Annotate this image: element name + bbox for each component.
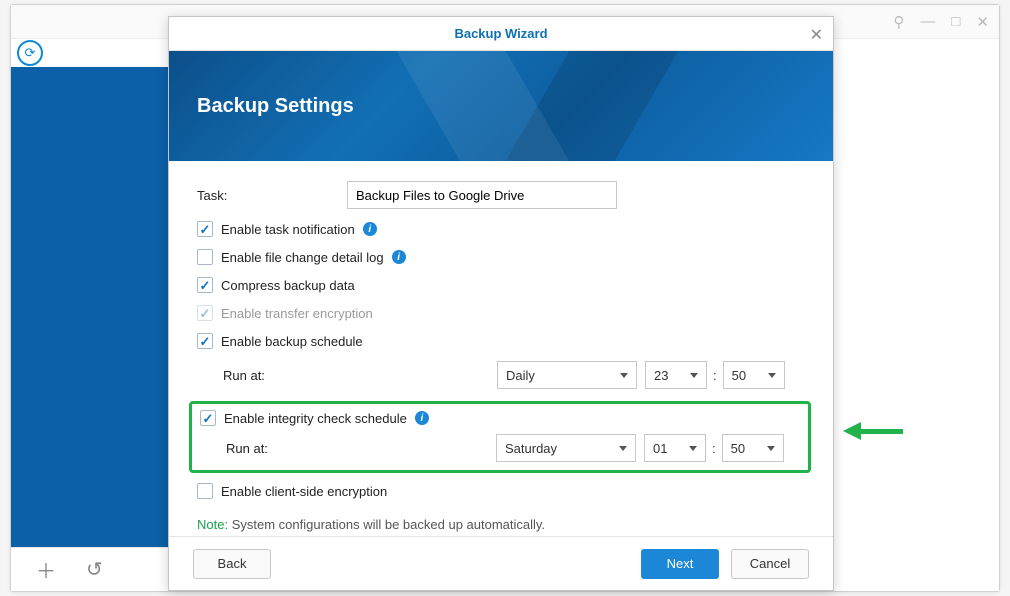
close-icon[interactable]: ✕	[976, 13, 989, 31]
chevron-down-icon	[619, 446, 627, 451]
close-icon[interactable]: ✕	[810, 25, 823, 45]
runat-label: Run at:	[223, 368, 497, 383]
history-icon[interactable]: ↺	[86, 557, 103, 582]
transfer-encrypt-label: Enable transfer encryption	[221, 306, 373, 321]
compress-label: Compress backup data	[221, 278, 355, 293]
wizard-body: Task: Enable task notification i Enable …	[169, 161, 833, 536]
wizard-footer: Back Next Cancel	[169, 536, 833, 590]
info-icon[interactable]: i	[415, 411, 429, 425]
sidebar: ⟳ ＋ ↺	[11, 39, 169, 591]
integrity-hour-select[interactable]: 01	[644, 434, 706, 462]
integrity-label: Enable integrity check schedule	[224, 411, 407, 426]
compress-checkbox[interactable]	[197, 277, 213, 293]
annotation-arrow	[843, 422, 903, 440]
notification-checkbox[interactable]	[197, 221, 213, 237]
schedule-label: Enable backup schedule	[221, 334, 363, 349]
pin-icon[interactable]: ⚲	[893, 13, 904, 31]
backup-wizard-dialog: Backup Wizard ✕ Backup Settings Task: En…	[168, 16, 834, 591]
add-icon[interactable]: ＋	[36, 555, 56, 584]
time-colon: :	[712, 441, 716, 456]
chevron-down-icon	[767, 446, 775, 451]
integrity-minute-select[interactable]: 50	[722, 434, 784, 462]
wizard-title: Backup Wizard	[454, 26, 547, 41]
schedule-frequency-select[interactable]: Daily	[497, 361, 637, 389]
schedule-minute-select[interactable]: 50	[723, 361, 785, 389]
integrity-day-select[interactable]: Saturday	[496, 434, 636, 462]
client-encrypt-checkbox[interactable]	[197, 483, 213, 499]
minimize-icon[interactable]: —	[920, 13, 935, 30]
next-button[interactable]: Next	[641, 549, 719, 579]
maximize-icon[interactable]: □	[951, 13, 960, 30]
page-title: Backup Settings	[197, 95, 354, 118]
chevron-down-icon	[768, 373, 776, 378]
chevron-down-icon	[620, 373, 628, 378]
schedule-checkbox[interactable]	[197, 333, 213, 349]
task-label: Task:	[197, 188, 347, 203]
integrity-runat-label: Run at:	[226, 441, 496, 456]
integrity-highlight: Enable integrity check schedule i Run at…	[189, 401, 811, 473]
cancel-button[interactable]: Cancel	[731, 549, 809, 579]
filechange-checkbox[interactable]	[197, 249, 213, 265]
app-logo-icon: ⟳	[17, 40, 43, 66]
info-icon[interactable]: i	[392, 250, 406, 264]
notification-label: Enable task notification	[221, 222, 355, 237]
wizard-titlebar: Backup Wizard ✕	[169, 17, 833, 51]
client-encrypt-label: Enable client-side encryption	[221, 484, 387, 499]
filechange-label: Enable file change detail log	[221, 250, 384, 265]
task-name-input[interactable]	[347, 181, 617, 209]
chevron-down-icon	[690, 373, 698, 378]
back-button[interactable]: Back	[193, 549, 271, 579]
chevron-down-icon	[689, 446, 697, 451]
integrity-checkbox[interactable]	[200, 410, 216, 426]
sidebar-footer: ＋ ↺	[11, 547, 169, 591]
info-icon[interactable]: i	[363, 222, 377, 236]
transfer-encrypt-checkbox	[197, 305, 213, 321]
wizard-header: Backup Settings	[169, 51, 833, 161]
schedule-hour-select[interactable]: 23	[645, 361, 707, 389]
time-colon: :	[713, 368, 717, 383]
note-text: Note: System configurations will be back…	[197, 517, 805, 532]
